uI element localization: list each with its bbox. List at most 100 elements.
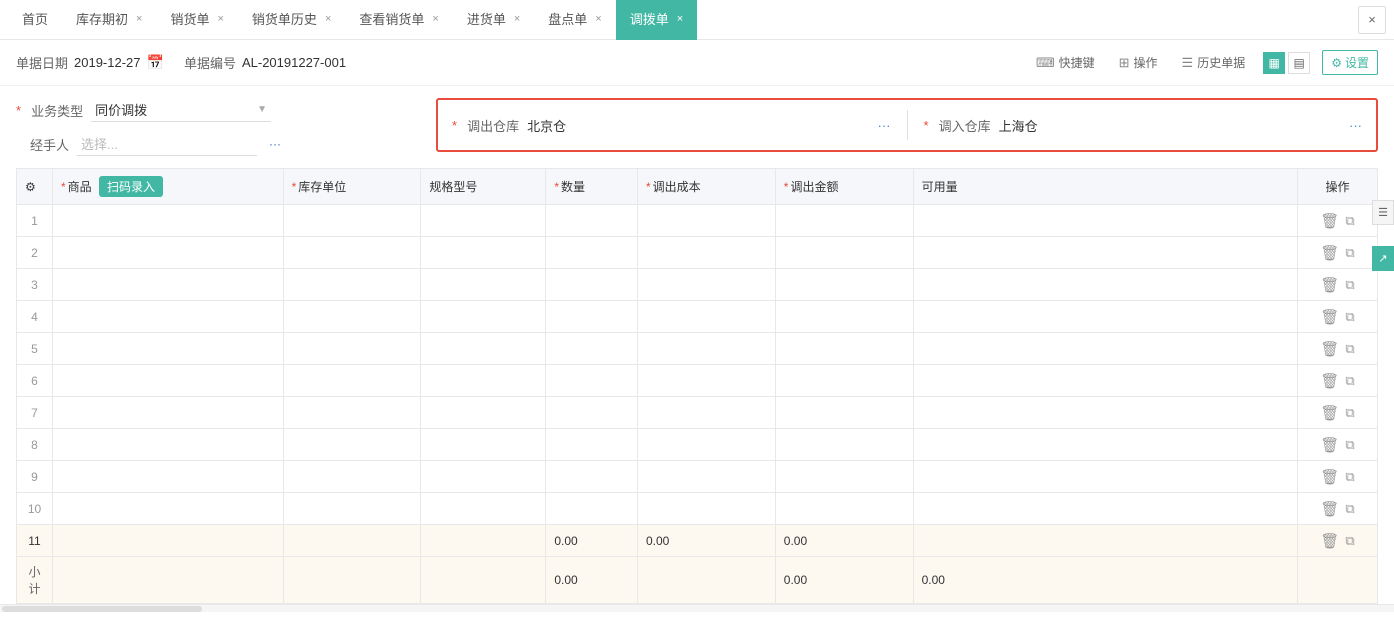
qty-cell[interactable] [546, 333, 638, 365]
amount-cell[interactable] [775, 205, 913, 237]
tab-home[interactable]: 首页 [8, 0, 62, 40]
subtotal-product-cell[interactable] [53, 525, 284, 557]
unit-cell[interactable] [283, 269, 421, 301]
copy-icon[interactable]: ⧉ [1345, 245, 1354, 261]
tab-sales-history[interactable]: 销货单历史 × [238, 0, 345, 40]
right-panel-export-btn[interactable]: ↗ [1372, 246, 1394, 271]
spec-cell[interactable] [421, 365, 546, 397]
unit-cell[interactable] [283, 237, 421, 269]
unit-cell[interactable] [283, 301, 421, 333]
amount-cell[interactable] [775, 237, 913, 269]
spec-cell[interactable] [421, 205, 546, 237]
amount-cell[interactable] [775, 397, 913, 429]
cost-cell[interactable] [638, 365, 776, 397]
scan-button[interactable]: 扫码录入 [99, 176, 163, 197]
spec-cell[interactable] [421, 493, 546, 525]
qty-cell[interactable] [546, 301, 638, 333]
history-button[interactable]: ☰ 历史单据 [1176, 52, 1252, 73]
spec-cell[interactable] [421, 461, 546, 493]
operator-more-btn[interactable]: ··· [269, 137, 281, 151]
qty-cell[interactable] [546, 237, 638, 269]
operator-field[interactable]: 选择... [77, 132, 257, 156]
business-type-dropdown[interactable]: 同价调拨 ▼ [91, 98, 271, 122]
delete-icon-11[interactable]: 🗑 [1320, 532, 1339, 550]
copy-icon[interactable]: ⧉ [1345, 501, 1354, 517]
in-warehouse-value[interactable]: 上海仓 [999, 116, 1059, 135]
unit-cell[interactable] [283, 429, 421, 461]
cost-cell[interactable] [638, 429, 776, 461]
tab-close-purchase[interactable]: × [514, 13, 520, 25]
delete-icon[interactable]: 🗑 [1320, 308, 1339, 326]
copy-icon[interactable]: ⧉ [1345, 469, 1354, 485]
unit-cell[interactable] [283, 333, 421, 365]
tab-close-view-sales[interactable]: × [432, 13, 438, 25]
tab-sales-order[interactable]: 销货单 × [156, 0, 237, 40]
scroll-thumb[interactable] [2, 606, 202, 612]
layout2-button[interactable]: ▤ [1288, 52, 1310, 74]
tab-close-sales-order[interactable]: × [217, 13, 223, 25]
qty-cell[interactable] [546, 429, 638, 461]
spec-cell[interactable] [421, 237, 546, 269]
delete-icon[interactable]: 🗑 [1320, 468, 1339, 486]
cost-cell[interactable] [638, 269, 776, 301]
col-settings[interactable]: ⚙ [17, 169, 53, 205]
amount-cell[interactable] [775, 269, 913, 301]
delete-icon[interactable]: 🗑 [1320, 244, 1339, 262]
spec-cell[interactable] [421, 269, 546, 301]
amount-cell[interactable] [775, 429, 913, 461]
qty-cell[interactable] [546, 269, 638, 301]
amount-cell[interactable] [775, 333, 913, 365]
shortcut-button[interactable]: ⌨ 快捷键 [1030, 52, 1101, 73]
tab-close-sales-history[interactable]: × [325, 13, 331, 25]
spec-cell[interactable] [421, 429, 546, 461]
cost-cell[interactable] [638, 205, 776, 237]
unit-cell[interactable] [283, 493, 421, 525]
layout1-button[interactable]: ▦ [1263, 52, 1285, 74]
product-cell[interactable] [53, 429, 284, 461]
in-warehouse-more-btn[interactable]: ··· [1349, 118, 1362, 133]
right-panel-list-btn[interactable]: ☰ [1372, 200, 1394, 225]
amount-cell[interactable] [775, 365, 913, 397]
copy-icon[interactable]: ⧉ [1345, 405, 1354, 421]
unit-cell[interactable] [283, 205, 421, 237]
copy-icon[interactable]: ⧉ [1345, 213, 1354, 229]
tab-inventory-init[interactable]: 库存期初 × [62, 0, 156, 40]
product-cell[interactable] [53, 365, 284, 397]
spec-cell[interactable] [421, 301, 546, 333]
cost-cell[interactable] [638, 461, 776, 493]
scroll-bar[interactable] [0, 604, 1394, 612]
delete-icon[interactable]: 🗑 [1320, 500, 1339, 518]
calendar-icon[interactable]: 📅 [147, 54, 164, 71]
close-all-button[interactable]: × [1358, 6, 1386, 34]
tab-view-sales[interactable]: 查看销货单 × [345, 0, 452, 40]
delete-icon[interactable]: 🗑 [1320, 340, 1339, 358]
product-cell[interactable] [53, 237, 284, 269]
tab-close-stocktake[interactable]: × [595, 13, 601, 25]
qty-cell[interactable] [546, 205, 638, 237]
delete-icon[interactable]: 🗑 [1320, 212, 1339, 230]
amount-cell[interactable] [775, 301, 913, 333]
tab-close-transfer[interactable]: × [677, 13, 683, 25]
copy-icon[interactable]: ⧉ [1345, 437, 1354, 453]
tab-transfer[interactable]: 调拨单 × [616, 0, 697, 40]
cost-cell[interactable] [638, 237, 776, 269]
settings-button[interactable]: ⚙ 设置 [1322, 50, 1378, 75]
delete-icon[interactable]: 🗑 [1320, 436, 1339, 454]
qty-cell[interactable] [546, 397, 638, 429]
product-cell[interactable] [53, 461, 284, 493]
product-cell[interactable] [53, 301, 284, 333]
product-cell[interactable] [53, 205, 284, 237]
tab-close-inventory-init[interactable]: × [136, 13, 142, 25]
cost-cell[interactable] [638, 397, 776, 429]
cost-cell[interactable] [638, 333, 776, 365]
delete-icon[interactable]: 🗑 [1320, 404, 1339, 422]
copy-icon[interactable]: ⧉ [1345, 277, 1354, 293]
tab-purchase[interactable]: 进货单 × [453, 0, 534, 40]
delete-icon[interactable]: 🗑 [1320, 372, 1339, 390]
unit-cell[interactable] [283, 461, 421, 493]
unit-cell[interactable] [283, 397, 421, 429]
copy-icon[interactable]: ⧉ [1345, 373, 1354, 389]
copy-icon-11[interactable]: ⧉ [1345, 533, 1354, 549]
copy-icon[interactable]: ⧉ [1345, 309, 1354, 325]
qty-cell[interactable] [546, 461, 638, 493]
